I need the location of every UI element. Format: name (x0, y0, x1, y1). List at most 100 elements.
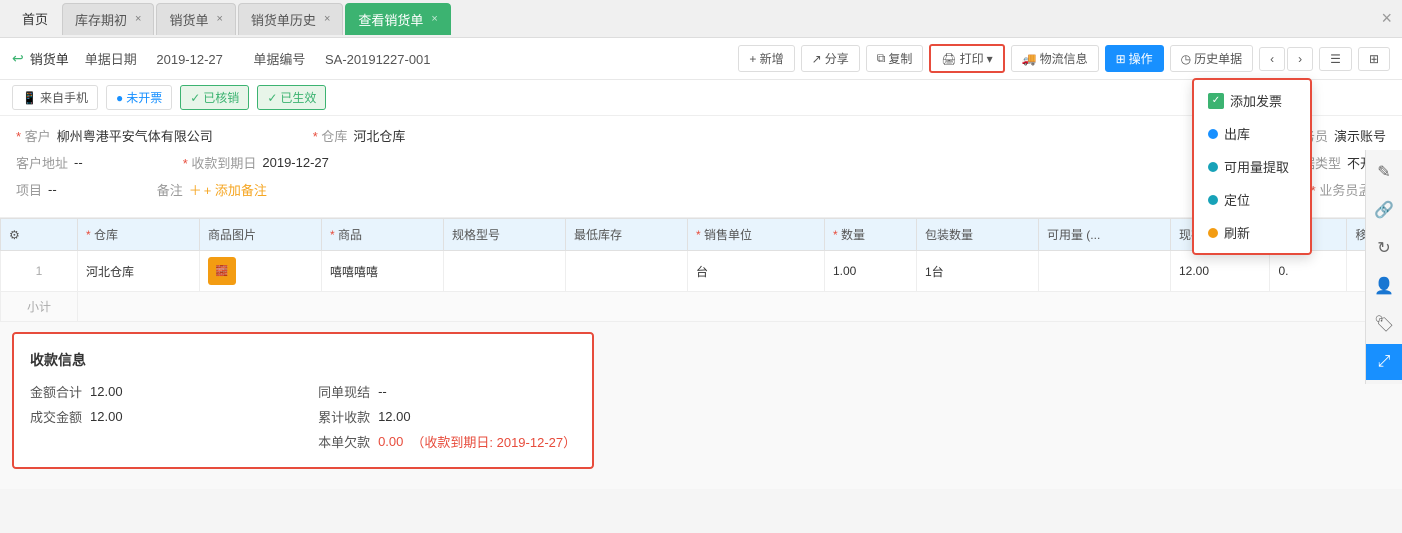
table-row: 1 河北仓库 🧱 嘻嘻嘻嘻 台 1.00 1台 12.00 0. (1, 251, 1402, 292)
total-row: 金额合计 12.00 (30, 382, 288, 401)
share-icon: ↗ (812, 52, 822, 66)
tab-view-sales[interactable]: 查看销货单 × (345, 3, 450, 35)
address-label: 客户地址 (16, 153, 68, 172)
project-field: 项目 -- (16, 180, 57, 199)
effective-icon: ✓ (267, 91, 277, 105)
print-icon: 🖨 (941, 52, 956, 66)
doc-type-label: 销货单 (30, 49, 69, 68)
tab-bar: 首页 库存期初 × 销货单 × 销货单历史 × 查看销货单 × × (0, 0, 1402, 38)
sidebar-user-icon[interactable]: 👤 (1366, 268, 1402, 304)
subtotal-row: 小计 (1, 292, 1402, 322)
row-unit-price: 0. (1270, 251, 1347, 292)
available-qty-icon (1208, 162, 1218, 172)
col-product-img: 商品图片 (199, 219, 321, 251)
tab-inventory[interactable]: 库存期初 × (62, 3, 154, 35)
total-value: 12.00 (90, 384, 123, 399)
close-tab-view-sales[interactable]: × (431, 13, 437, 25)
available-qty-item[interactable]: 可用量提取 (1194, 150, 1310, 183)
window-close-button[interactable]: × (1381, 8, 1392, 29)
row-pack-qty: 1台 (916, 251, 1038, 292)
copy-button[interactable]: ⧉ 复制 (866, 45, 924, 72)
outbound-item[interactable]: 出库 (1194, 117, 1310, 150)
sidebar-expand-icon[interactable]: ⤢ (1366, 344, 1402, 380)
col-min-stock: 最低库存 (565, 219, 687, 251)
history-icon: ◷ (1181, 52, 1191, 66)
cumulative-row: 累计收款 12.00 (318, 407, 576, 426)
sidebar-link-icon[interactable]: 🔗 (1366, 192, 1402, 228)
bottom-area: 收款信息 金额合计 12.00 同单现结 -- 成交金额 12.00 累计收款 … (0, 322, 1402, 489)
confirmed-button[interactable]: ✓ 已核销 (180, 85, 249, 110)
row-spec (443, 251, 565, 292)
sidebar-refresh-icon[interactable]: ↻ (1366, 230, 1402, 266)
phone-icon: 📱 (22, 91, 37, 105)
customer-value: 柳州粤港平安气体有限公司 (57, 126, 213, 145)
operations-button[interactable]: ⊞ 操作 (1105, 45, 1164, 72)
from-phone-button[interactable]: 📱 来自手机 (12, 85, 98, 110)
col-available: 可用量 (... (1038, 219, 1170, 251)
list-view-button[interactable]: ☰ (1319, 47, 1352, 71)
sidebar-tag-icon[interactable]: 🏷 (1366, 306, 1402, 342)
project-label: 项目 (16, 180, 42, 199)
payment-date-field: 收款到期日 2019-12-27 (183, 153, 329, 172)
truck-icon: 🚚 (1022, 52, 1037, 66)
same-order-label: 同单现结 (318, 382, 370, 401)
locate-icon (1208, 195, 1218, 205)
refresh-icon (1208, 228, 1218, 238)
col-gear: ⚙ (1, 219, 78, 251)
overdue-hint: （收款到期日: 2019-12-27） (411, 432, 576, 451)
form-row-3: 项目 -- 备注 ＋ + 添加备注 业务员孟 -- (16, 180, 1386, 199)
right-sidebar: ✎ 🔗 ↻ 👤 🏷 ⤢ (1365, 150, 1402, 384)
number-value: SA-20191227-001 (325, 52, 431, 67)
form-row-2: 客户地址 -- 收款到期日 2019-12-27 票据类型 不开票 (16, 153, 1386, 172)
payment-grid: 金额合计 12.00 同单现结 -- 成交金额 12.00 累计收款 12.00… (30, 382, 576, 451)
add-remark-button[interactable]: ＋ + 添加备注 (189, 180, 267, 199)
row-available (1038, 251, 1170, 292)
customer-label: 客户 (16, 126, 51, 145)
locate-item[interactable]: 定位 (1194, 183, 1310, 216)
prev-button[interactable]: ‹ (1259, 47, 1285, 71)
not-opened-button[interactable]: ● 未开票 (106, 85, 172, 110)
subtotal-data (77, 292, 1401, 322)
share-button[interactable]: ↗ 分享 (801, 45, 860, 72)
remark-field: 备注 ＋ + 添加备注 (157, 180, 267, 199)
refresh-item[interactable]: 刷新 (1194, 216, 1310, 249)
form-row-1: 客户 柳州粤港平安气体有限公司 仓库 河北仓库 业务员 演示账号 (16, 126, 1386, 145)
close-tab-sales-history[interactable]: × (324, 13, 330, 25)
col-warehouse: * 仓库 (77, 219, 199, 251)
tab-home[interactable]: 首页 (10, 3, 60, 34)
close-tab-inventory[interactable]: × (135, 13, 141, 25)
operations-dropdown: ✓ 添加发票 出库 可用量提取 定位 刷新 (1192, 78, 1312, 255)
address-field: 客户地址 -- (16, 153, 83, 172)
grid-view-button[interactable]: ⊞ (1358, 47, 1390, 71)
add-invoice-item[interactable]: ✓ 添加发票 (1194, 84, 1310, 117)
close-tab-sales[interactable]: × (216, 13, 222, 25)
number-label: 单据编号 (253, 52, 305, 67)
doc-icon: ↩ (12, 50, 24, 67)
date-value: 2019-12-27 (156, 52, 223, 67)
row-product: 嘻嘻嘻嘻 (321, 251, 443, 292)
warehouse-value: 河北仓库 (353, 126, 405, 145)
cumulative-label: 累计收款 (318, 407, 370, 426)
row-quantity: 1.00 (824, 251, 916, 292)
next-button[interactable]: › (1287, 47, 1313, 71)
add-invoice-icon: ✓ (1208, 93, 1224, 109)
copy-icon: ⧉ (877, 51, 886, 66)
row-current-stock: 12.00 (1170, 251, 1269, 292)
warehouse-field: 仓库 河北仓库 (313, 126, 406, 145)
effective-button[interactable]: ✓ 已生效 (257, 85, 326, 110)
col-product: * 商品 (321, 219, 443, 251)
staff-value: 演示账号 (1334, 126, 1386, 145)
sidebar-edit-icon[interactable]: ✎ (1366, 154, 1402, 190)
col-pack-qty: 包装数量 (916, 219, 1038, 251)
sales-staff-label: 业务员孟 (1311, 180, 1372, 199)
payment-info-box: 收款信息 金额合计 12.00 同单现结 -- 成交金额 12.00 累计收款 … (12, 332, 594, 469)
logistics-button[interactable]: 🚚 物流信息 (1011, 45, 1099, 72)
print-button[interactable]: 🖨 打印 ▾ (929, 44, 1004, 73)
tab-sales-history[interactable]: 销货单历史 × (238, 3, 343, 35)
new-button[interactable]: + 新增 (738, 45, 794, 72)
dot-icon: ● (116, 91, 123, 105)
tab-sales[interactable]: 销货单 × (156, 3, 235, 35)
history-button[interactable]: ◷ 历史单据 (1170, 45, 1254, 72)
check-icon: ✓ (190, 91, 200, 105)
row-warehouse: 河北仓库 (77, 251, 199, 292)
